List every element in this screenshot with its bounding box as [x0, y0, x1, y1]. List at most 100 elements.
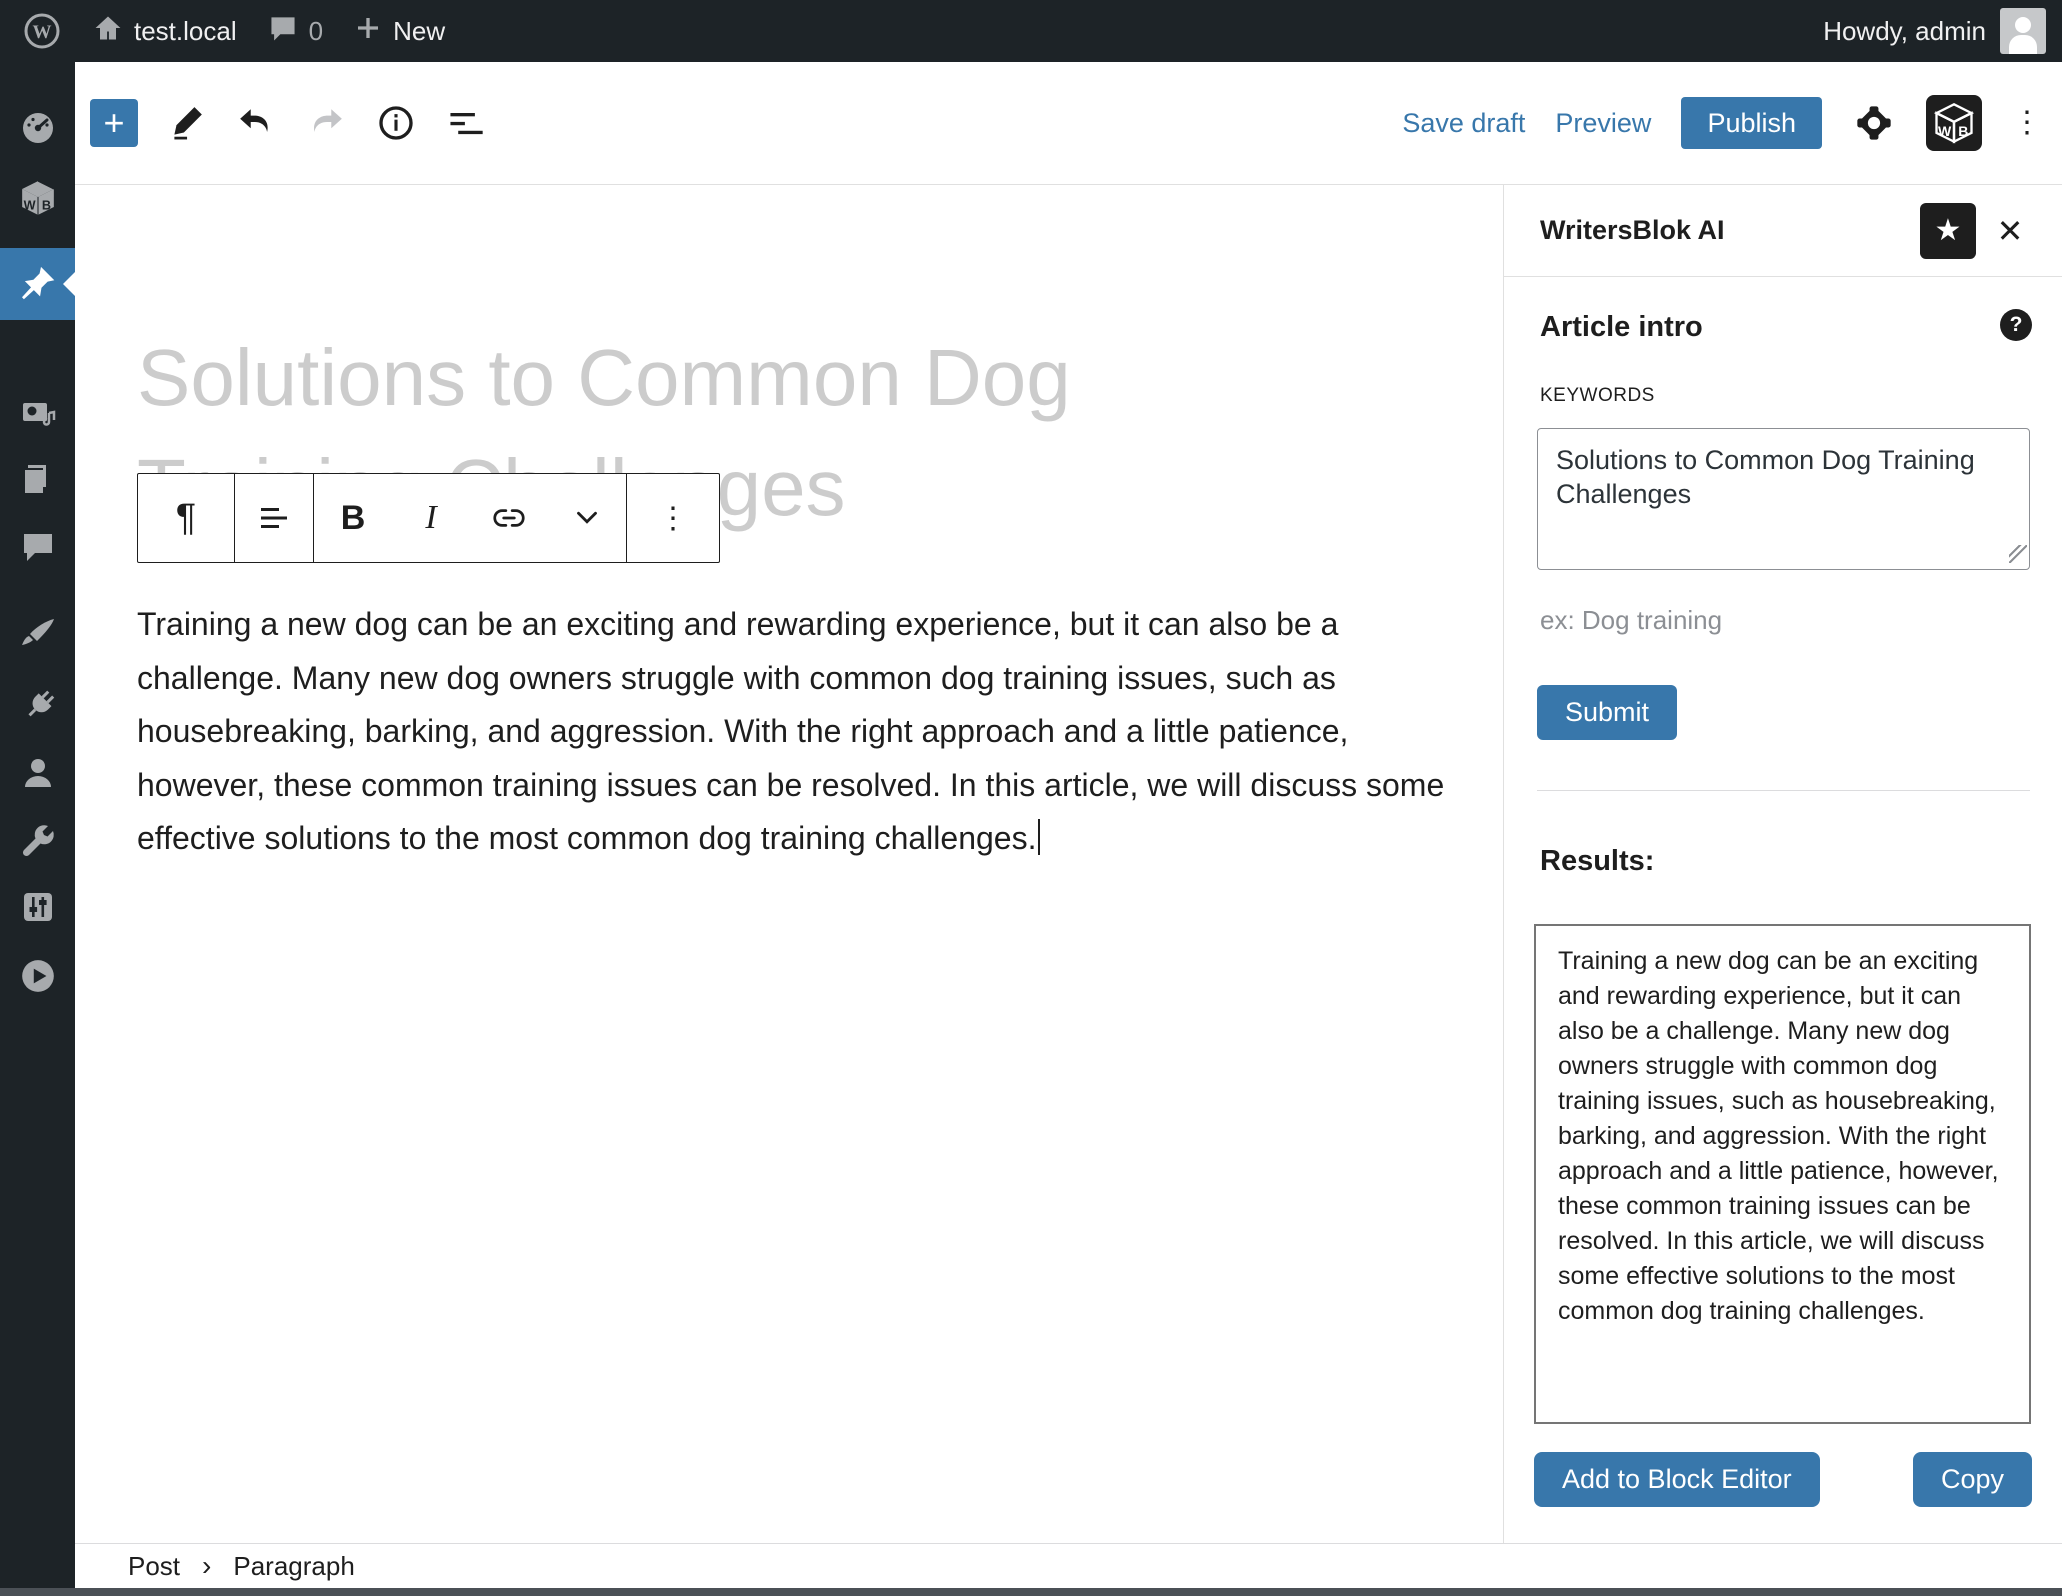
comments-menu[interactable]: 0: [259, 12, 331, 51]
window-bottom-edge: [0, 1588, 2062, 1596]
svg-text:B: B: [1958, 123, 1968, 139]
sidebar-item-posts[interactable]: [0, 248, 75, 320]
close-panel-button[interactable]: ✕: [1982, 203, 2038, 259]
wb-cube-icon: WB: [21, 180, 54, 215]
panel-divider: [1537, 790, 2030, 791]
sidebar-item-dashboard[interactable]: [0, 95, 75, 159]
plus-icon: [353, 13, 383, 50]
paragraph-block-button[interactable]: ¶: [138, 474, 234, 562]
plug-icon: [27, 690, 54, 717]
sidebar-item-tools[interactable]: [0, 808, 75, 872]
align-left-icon: [261, 508, 287, 528]
sidebar-item-comments[interactable]: [0, 514, 75, 578]
account-menu[interactable]: Howdy, admin: [1823, 8, 2062, 54]
keywords-label: KEYWORDS: [1540, 385, 1655, 406]
sidebar-item-video[interactable]: [0, 944, 75, 1008]
breadcrumb: Post › Paragraph: [75, 1543, 2062, 1588]
comments-count: 0: [308, 15, 324, 46]
block-options-button[interactable]: ⋮: [627, 474, 719, 562]
editor-canvas: Solutions to Common Dog Training Challen…: [75, 185, 1503, 1543]
bold-button[interactable]: B: [314, 474, 392, 562]
star-icon: ★: [1934, 214, 1962, 247]
link-icon: [493, 509, 525, 527]
save-draft-button[interactable]: Save draft: [1402, 108, 1525, 139]
comment-bubble-icon: [267, 12, 299, 51]
home-icon: [92, 12, 124, 51]
settings-gear-button[interactable]: [1852, 101, 1896, 145]
comments-icon: [23, 534, 52, 561]
admin-sidebar: WB: [0, 62, 75, 1596]
paragraph-block[interactable]: Training a new dog can be an exciting an…: [137, 598, 1475, 866]
preview-button[interactable]: Preview: [1555, 108, 1651, 139]
user-icon: [24, 759, 51, 787]
edit-tool-button[interactable]: [164, 101, 208, 145]
wb-cube-icon: WB: [1933, 103, 1975, 144]
sidebar-item-users[interactable]: [0, 741, 75, 805]
list-view-button[interactable]: [444, 101, 488, 145]
site-menu[interactable]: test.local: [84, 12, 245, 51]
sidebar-item-settings[interactable]: [0, 875, 75, 939]
sidebar-item-plugins[interactable]: [0, 672, 75, 736]
svg-text:B: B: [41, 199, 50, 213]
new-content-menu[interactable]: New: [345, 13, 453, 50]
keywords-input[interactable]: Solutions to Common Dog Training Challen…: [1537, 428, 2030, 570]
avatar: [2000, 8, 2046, 54]
breadcrumb-separator-icon: ›: [202, 1550, 212, 1581]
pushpin-icon: [21, 266, 54, 300]
breadcrumb-post[interactable]: Post: [128, 1551, 180, 1582]
paragraph-text: Training a new dog can be an exciting an…: [137, 606, 1445, 856]
writersblok-panel-button[interactable]: WB: [1926, 95, 1982, 151]
block-toolbar: ¶ B I ⋮: [137, 473, 720, 563]
paintbrush-icon: [21, 619, 54, 645]
chevron-down-icon: [577, 511, 597, 524]
text-caret: [1038, 819, 1041, 855]
wrench-icon: [22, 825, 54, 857]
dashboard-icon: [22, 113, 53, 143]
svg-text:W: W: [1938, 123, 1952, 139]
redo-button[interactable]: [304, 101, 348, 145]
new-label: New: [393, 15, 446, 46]
wordpress-editor-window: W test.local 0 New Howdy, admin W B + Sa…: [0, 0, 2062, 1596]
panel-title: WritersBlok AI: [1540, 215, 1725, 245]
info-icon: [379, 106, 413, 140]
undo-icon: [240, 109, 268, 132]
more-formats-button[interactable]: [548, 474, 626, 562]
results-label: Results:: [1540, 845, 1655, 877]
undo-button[interactable]: [234, 101, 278, 145]
add-to-block-editor-button[interactable]: Add to Block Editor: [1534, 1452, 1820, 1507]
publish-button[interactable]: Publish: [1681, 97, 1822, 149]
pencil-icon: [174, 107, 202, 140]
options-menu-button[interactable]: ⋮: [2012, 108, 2042, 138]
howdy-text: Howdy, admin: [1823, 15, 1986, 46]
copy-button[interactable]: Copy: [1912, 1452, 2032, 1507]
redo-icon: [314, 109, 342, 132]
block-inserter-button[interactable]: +: [90, 99, 138, 147]
sidebar-item-appearance[interactable]: [0, 601, 75, 665]
editor-toolbar: + Save draft Preview Publish W B ⋮: [75, 62, 2062, 185]
site-name: test.local: [134, 15, 237, 46]
wordpress-logo-icon[interactable]: W: [14, 11, 70, 51]
pin-panel-button[interactable]: ★: [1920, 202, 1976, 259]
sidebar-item-writersblok[interactable]: WB: [0, 166, 75, 230]
italic-button[interactable]: I: [392, 474, 470, 562]
keywords-hint: ex: Dog training: [1540, 605, 1723, 635]
align-button[interactable]: [235, 474, 313, 562]
svg-text:W: W: [33, 22, 52, 43]
list-view-icon: [450, 113, 483, 135]
admin-bar: W test.local 0 New Howdy, admin: [0, 0, 2062, 62]
sidebar-item-pages[interactable]: [0, 447, 75, 511]
link-button[interactable]: [470, 474, 548, 562]
active-item-notch: [63, 272, 75, 296]
svg-text:W: W: [23, 199, 35, 213]
close-icon: ✕: [1996, 212, 2024, 249]
breadcrumb-paragraph[interactable]: Paragraph: [233, 1551, 354, 1582]
sidebar-item-media[interactable]: [0, 381, 75, 445]
sliders-icon: [23, 893, 52, 921]
section-title: Article intro: [1540, 311, 1703, 343]
submit-button[interactable]: Submit: [1537, 685, 1678, 740]
panel-header: WritersBlok AI ★ ✕: [1504, 185, 2062, 277]
results-box[interactable]: Training a new dog can be an exciting an…: [1534, 924, 2031, 1424]
writersblok-panel: WritersBlok AI ★ ✕ Article intro ? KEYWO…: [1503, 185, 2062, 1543]
help-icon[interactable]: ?: [2000, 309, 2032, 341]
details-button[interactable]: [374, 101, 418, 145]
